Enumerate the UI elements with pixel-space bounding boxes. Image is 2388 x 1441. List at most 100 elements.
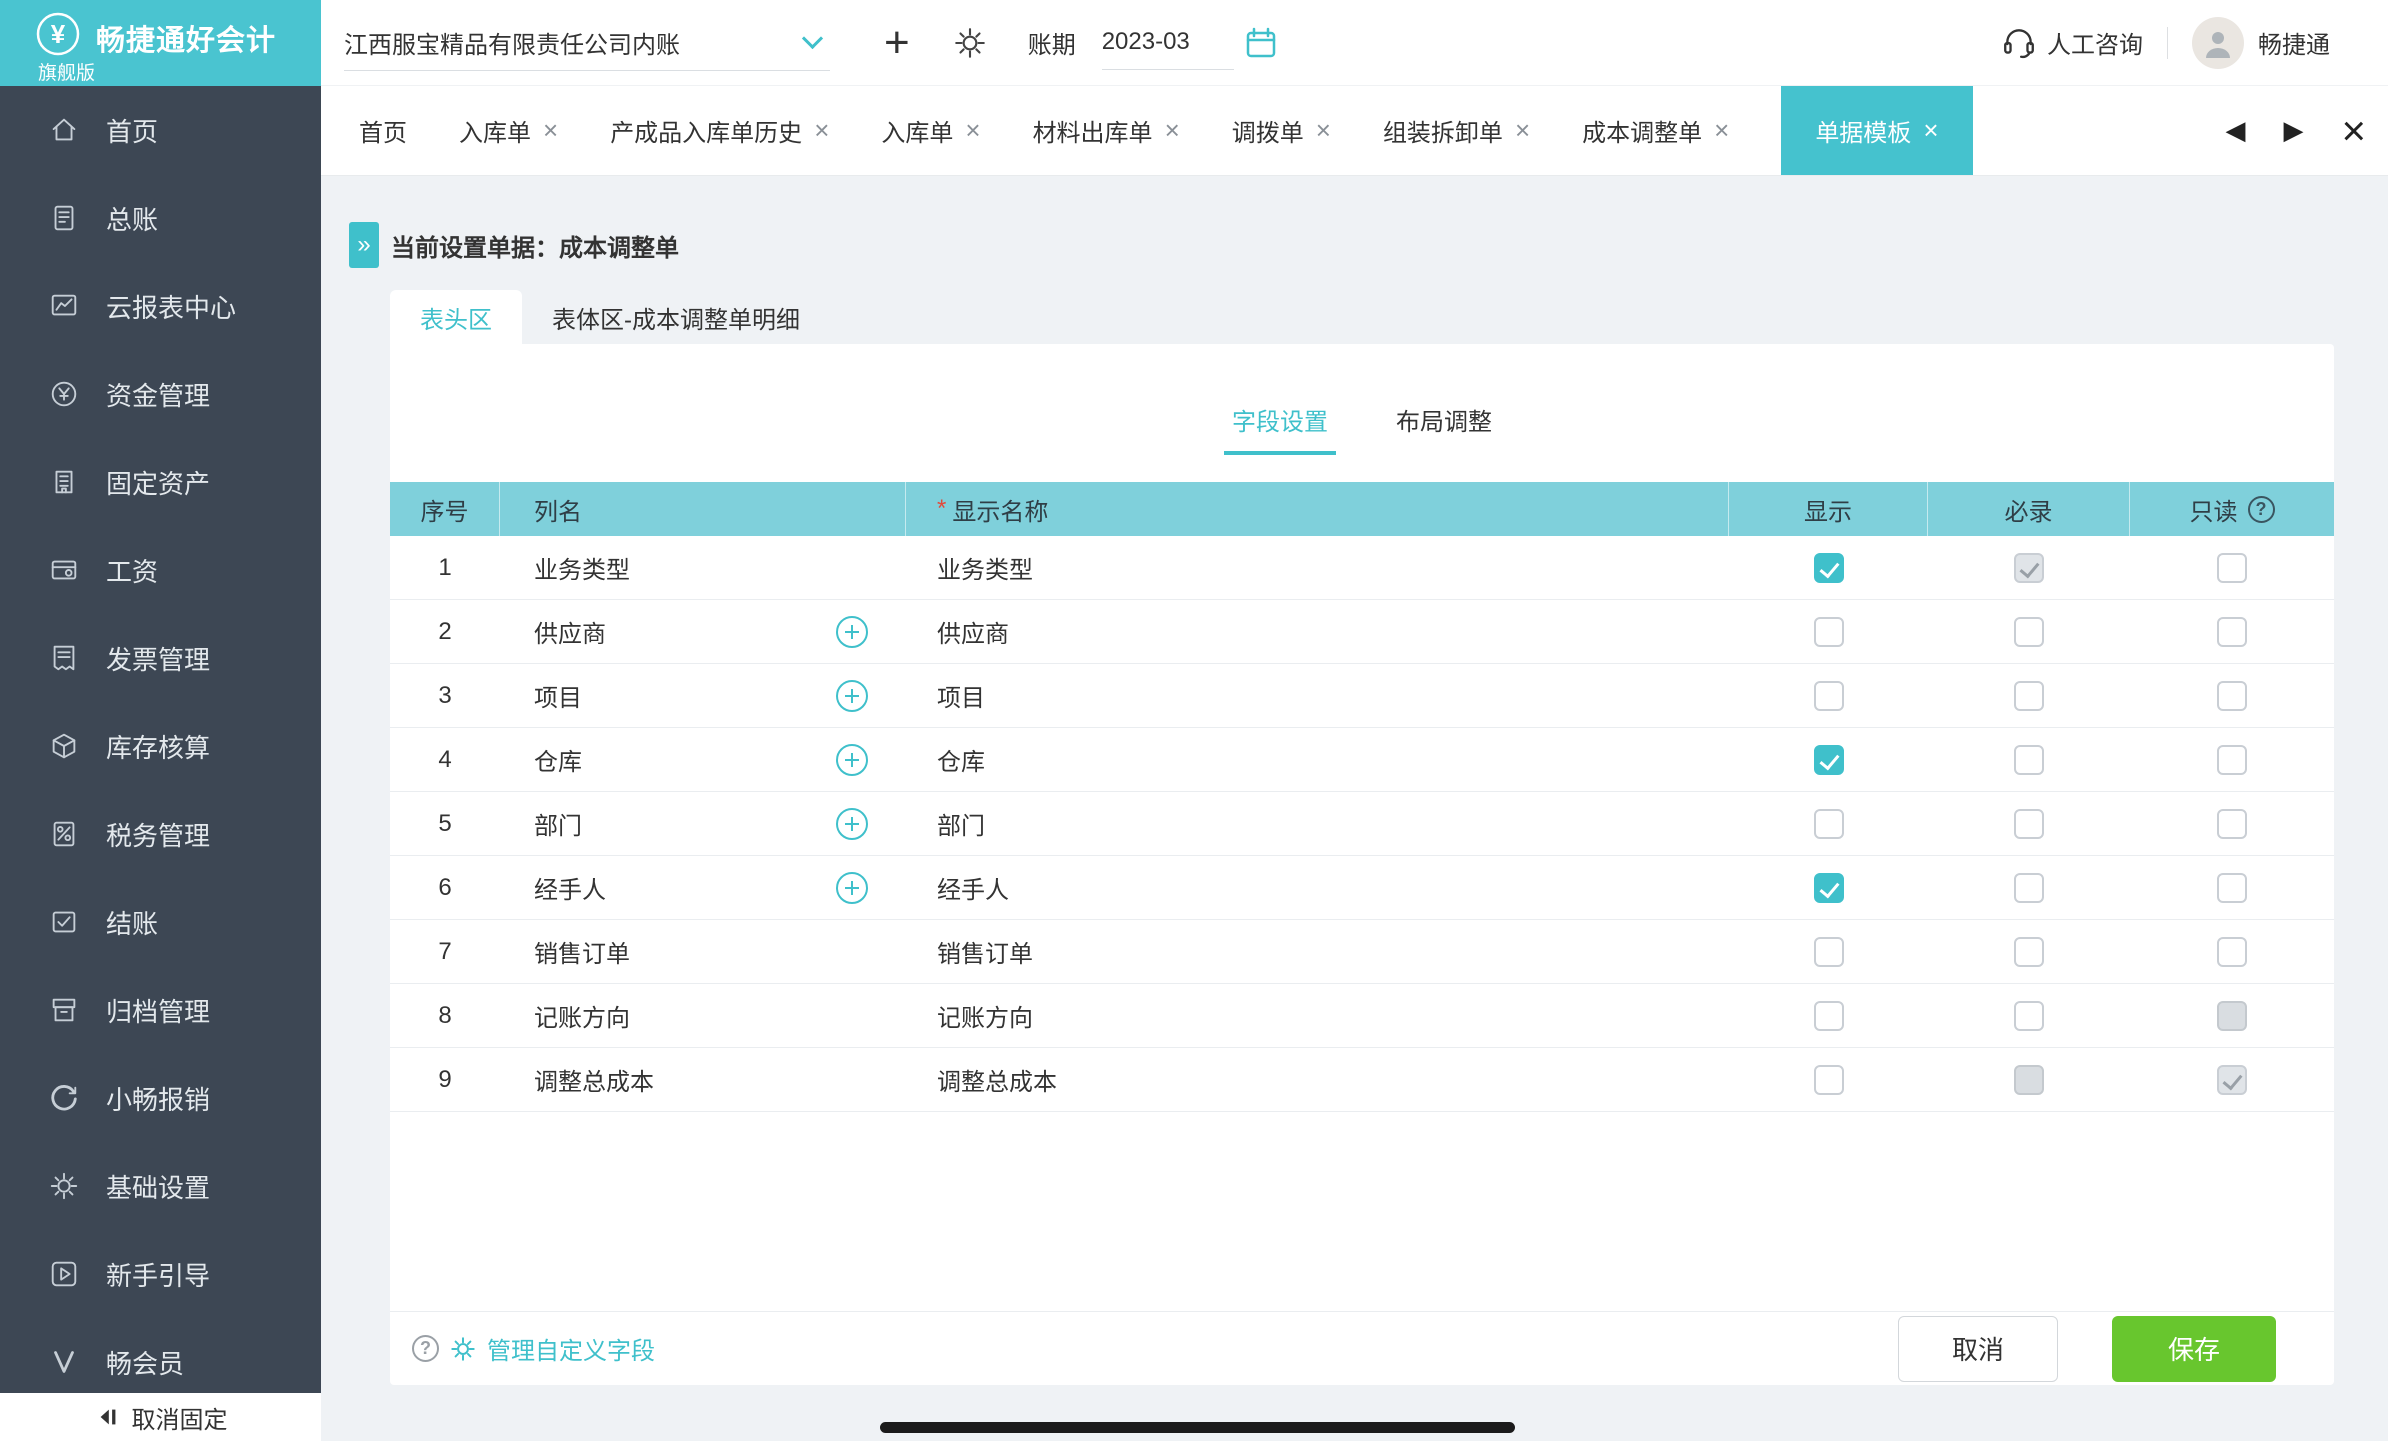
expand-panel-handle[interactable]: » xyxy=(349,222,379,268)
tab-body-region[interactable]: 表体区-成本调整单明细 xyxy=(522,290,830,344)
add-field-icon[interactable] xyxy=(836,743,868,776)
show-checkbox[interactable] xyxy=(1813,1000,1844,1031)
calendar-icon[interactable] xyxy=(1244,26,1278,60)
sidebar-item-cloud-reports[interactable]: 云报表中心 xyxy=(0,262,321,350)
period-selector[interactable]: 2023-03 xyxy=(1101,16,1234,70)
row-display-name: 业务类型 xyxy=(937,557,1033,584)
unpin-sidebar-button[interactable]: 取消固定 xyxy=(0,1393,321,1441)
add-account-set-button[interactable]: + xyxy=(884,20,910,65)
readonly-checkbox[interactable] xyxy=(2217,808,2247,839)
required-checkbox[interactable] xyxy=(2014,872,2044,903)
sidebar-item-inventory[interactable]: 库存核算 xyxy=(0,702,321,790)
sidebar-item-payroll[interactable]: 工资 xyxy=(0,526,321,614)
tab-finished-goods-inbound-history[interactable]: 产成品入库单历史 × xyxy=(610,86,829,175)
readonly-checkbox[interactable] xyxy=(2217,744,2247,775)
prev-tab-arrow[interactable]: ◀ xyxy=(2225,115,2245,146)
readonly-checkbox[interactable] xyxy=(2217,1064,2247,1095)
help-icon[interactable]: ? xyxy=(412,1335,439,1362)
sidebar-item-label: 云报表中心 xyxy=(106,292,237,323)
sidebar-item-home[interactable]: 首页 xyxy=(0,86,321,174)
tab-cost-adjustment[interactable]: 成本调整单 × xyxy=(1582,86,1729,175)
readonly-checkbox[interactable] xyxy=(2217,680,2247,711)
tab-layout-adjust[interactable]: 布局调整 xyxy=(1388,402,1500,455)
tab-field-settings[interactable]: 字段设置 xyxy=(1224,402,1336,455)
show-checkbox[interactable] xyxy=(1813,808,1844,839)
sidebar-item-basic-settings[interactable]: 基础设置 xyxy=(0,1142,321,1230)
sidebar-item-member[interactable]: 畅会员 xyxy=(0,1318,321,1393)
tab-close-icon[interactable]: × xyxy=(1923,115,1938,146)
sidebar-item-general-ledger[interactable]: 总账 xyxy=(0,174,321,262)
tab-assembly-order[interactable]: 组装拆卸单 × xyxy=(1383,86,1530,175)
header-required: 必录 xyxy=(1928,482,2130,536)
cancel-button[interactable]: 取消 xyxy=(1898,1315,2058,1382)
tab-inbound-order[interactable]: 入库单 × xyxy=(459,86,558,175)
readonly-checkbox[interactable] xyxy=(2217,872,2247,903)
tab-label: 表体区-成本调整单明细 xyxy=(552,306,800,334)
readonly-help-icon[interactable]: ? xyxy=(2247,495,2275,523)
sidebar-item-newbie-guide[interactable]: 新手引导 xyxy=(0,1230,321,1318)
readonly-checkbox[interactable] xyxy=(2217,552,2247,583)
tab-material-outbound[interactable]: 材料出库单 × xyxy=(1033,86,1180,175)
closing-check-icon xyxy=(52,911,76,933)
show-checkbox[interactable] xyxy=(1813,872,1844,903)
tab-label: 布局调整 xyxy=(1396,409,1492,436)
sidebar-item-closing[interactable]: 结账 xyxy=(0,878,321,966)
support-link[interactable]: 人工咨询 xyxy=(2047,25,2143,60)
sidebar-item-reimburse[interactable]: 小畅报销 xyxy=(0,1054,321,1142)
readonly-checkbox[interactable] xyxy=(2217,936,2247,967)
unpin-label: 取消固定 xyxy=(131,1406,228,1434)
required-checkbox[interactable] xyxy=(2014,744,2044,775)
avatar[interactable] xyxy=(2192,16,2244,69)
tab-close-icon[interactable]: × xyxy=(1515,115,1530,146)
tab-document-template[interactable]: 单据模板 × xyxy=(1781,86,1973,175)
readonly-checkbox[interactable] xyxy=(2217,616,2247,647)
save-button[interactable]: 保存 xyxy=(2112,1315,2276,1382)
sidebar-item-fixed-assets[interactable]: 固定资产 xyxy=(0,438,321,526)
required-checkbox[interactable] xyxy=(2014,680,2044,711)
ledger-icon xyxy=(54,205,74,231)
next-tab-arrow[interactable]: ▶ xyxy=(2283,115,2303,146)
company-selector[interactable]: 江西服宝精品有限责任公司内账 xyxy=(344,15,830,71)
required-checkbox[interactable] xyxy=(2014,1064,2044,1095)
sidebar-item-funds[interactable]: 资金管理 xyxy=(0,350,321,438)
collapse-icon xyxy=(100,1409,115,1425)
show-checkbox[interactable] xyxy=(1813,744,1844,775)
show-checkbox[interactable] xyxy=(1813,936,1844,967)
required-checkbox[interactable] xyxy=(2014,616,2044,647)
manage-custom-fields-link[interactable]: 管理自定义字段 xyxy=(487,1331,655,1366)
required-checkbox[interactable] xyxy=(2014,552,2044,583)
show-checkbox[interactable] xyxy=(1813,680,1844,711)
readonly-checkbox[interactable] xyxy=(2217,1000,2247,1031)
required-checkbox[interactable] xyxy=(2014,1000,2044,1031)
tab-close-icon[interactable]: × xyxy=(1165,115,1180,146)
add-field-icon[interactable] xyxy=(836,807,868,840)
show-checkbox[interactable] xyxy=(1813,552,1844,583)
user-name[interactable]: 畅捷通 xyxy=(2258,25,2330,60)
add-field-icon[interactable] xyxy=(836,679,868,712)
tab-close-icon[interactable]: × xyxy=(1714,115,1729,146)
settings-gear-icon[interactable] xyxy=(952,25,988,61)
invoice-icon xyxy=(53,645,75,671)
horizontal-scrollbar-thumb[interactable] xyxy=(880,1422,1515,1433)
sidebar-item-tax[interactable]: 税务管理 xyxy=(0,790,321,878)
table-row: 4 仓库 仓库 xyxy=(390,728,2334,792)
tab-header-region[interactable]: 表头区 xyxy=(390,290,522,344)
tab-close-icon[interactable]: × xyxy=(543,115,558,146)
header-seq: 序号 xyxy=(390,482,500,536)
tab-close-icon[interactable]: × xyxy=(1316,115,1331,146)
tab-home[interactable]: 首页 xyxy=(359,86,407,175)
required-checkbox[interactable] xyxy=(2014,808,2044,839)
add-field-icon[interactable] xyxy=(836,615,868,648)
tab-inbound-order-2[interactable]: 入库单 × xyxy=(881,86,980,175)
sidebar-item-archive[interactable]: 归档管理 xyxy=(0,966,321,1054)
tab-close-icon[interactable]: × xyxy=(965,115,980,146)
close-all-tabs-icon[interactable]: × xyxy=(2341,109,2366,152)
show-checkbox[interactable] xyxy=(1813,1064,1844,1095)
show-checkbox[interactable] xyxy=(1813,616,1844,647)
sidebar-item-invoices[interactable]: 发票管理 xyxy=(0,614,321,702)
table-row: 5 部门 部门 xyxy=(390,792,2334,856)
required-checkbox[interactable] xyxy=(2014,936,2044,967)
add-field-icon[interactable] xyxy=(836,871,868,904)
tab-close-icon[interactable]: × xyxy=(814,115,829,146)
tab-transfer-order[interactable]: 调拨单 × xyxy=(1232,86,1331,175)
